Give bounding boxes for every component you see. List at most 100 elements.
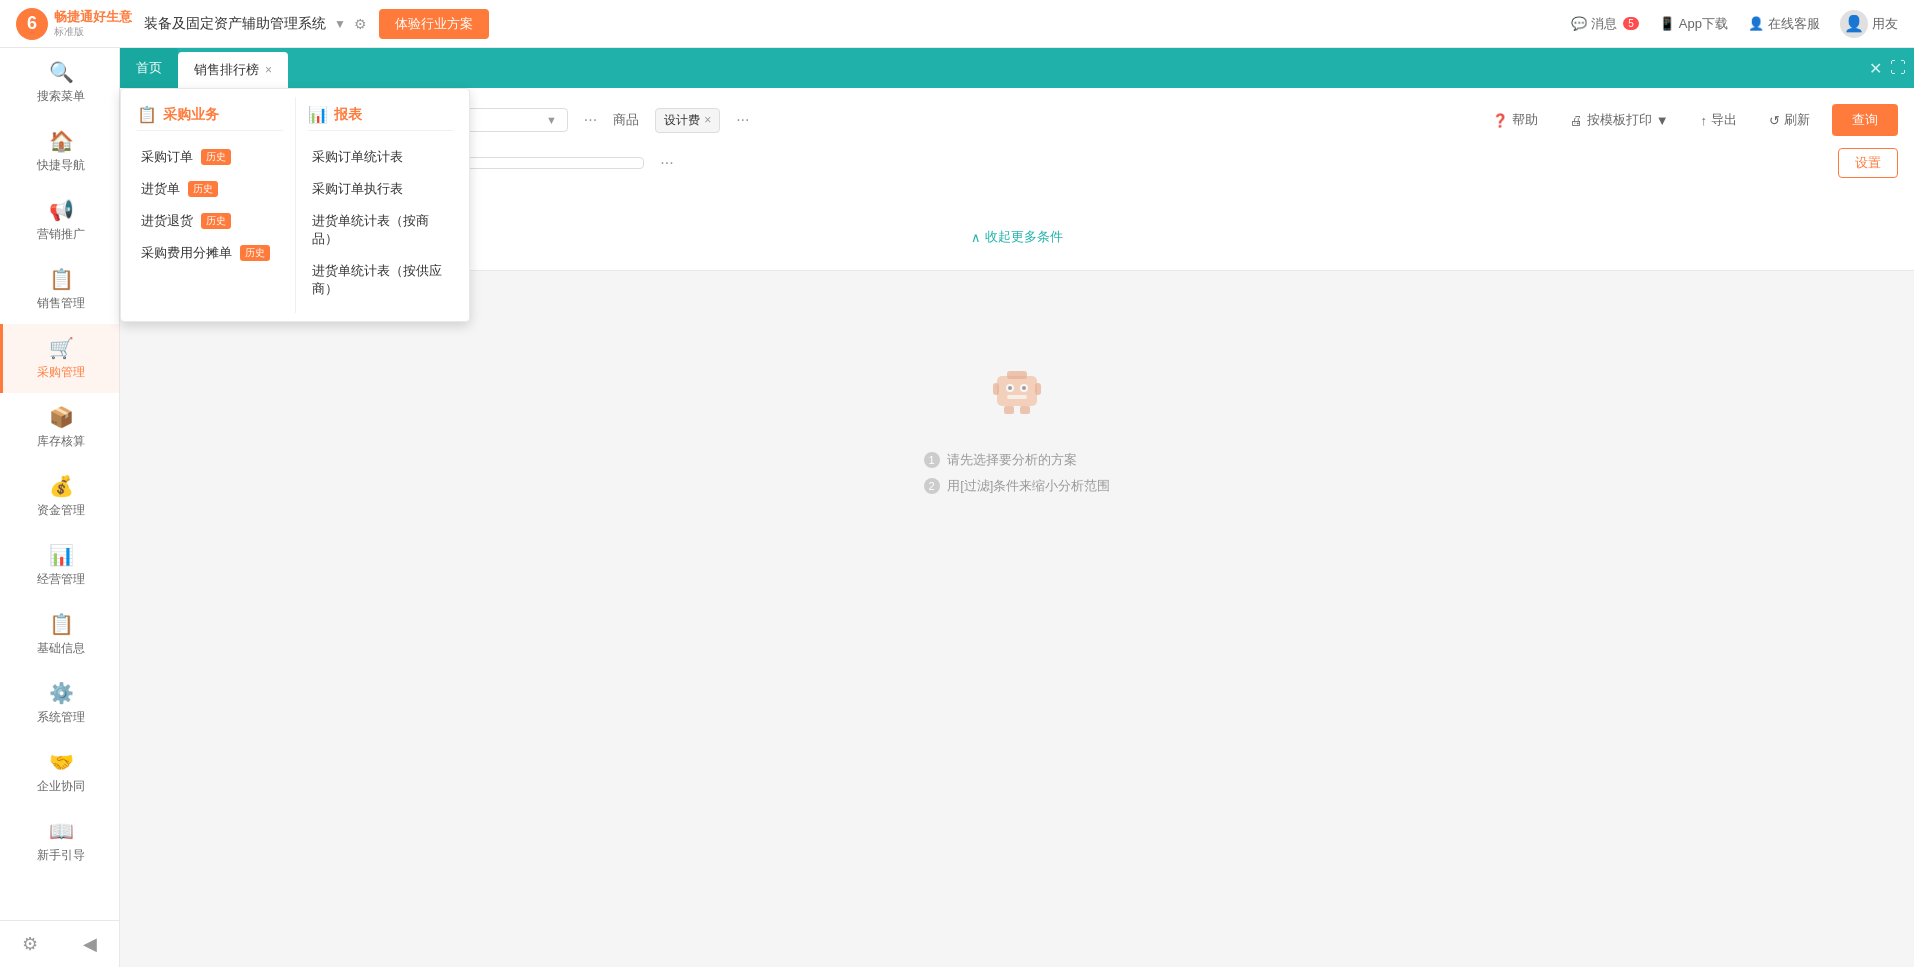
sidebar-bottom: ⚙ ◀ [0,920,119,967]
sidebar-label-quick-nav: 快捷导航 [37,157,85,174]
user-item[interactable]: 👤 用友 [1840,10,1898,38]
doc-status-dots[interactable]: ··· [584,111,597,129]
purchase-dropdown-col: 📋 采购业务 采购订单 历史 进货单 历史 进货退货 历史 采购费用分摊单 历史 [129,97,291,313]
app-download-item[interactable]: 📱 App下载 [1659,15,1728,33]
logo-text: 畅捷通好生意 标准版 [54,9,132,39]
sidebar-item-finance[interactable]: 💰 资金管理 [0,462,119,531]
sidebar-label-basic-info: 基础信息 [37,640,85,657]
guide-icon: 📖 [49,819,74,843]
sidebar-label-operation: 经营管理 [37,571,85,588]
purchase-expense-history-badge: 历史 [240,245,270,261]
sidebar-item-sales[interactable]: 📋 销售管理 [0,255,119,324]
sidebar-label-inventory: 库存核算 [37,433,85,450]
stock-return-item[interactable]: 进货退货 历史 [137,205,283,237]
tab-home[interactable]: 首页 [120,48,178,88]
system-title-area: 装备及固定资产辅助管理系统 ▼ ⚙ [144,15,367,33]
sidebar-item-basic-info[interactable]: 📋 基础信息 [0,600,119,669]
report-col-icon: 📊 [308,105,328,124]
tab-bar: 首页 销售排行榜 × ✕ ⛶ [120,48,1914,88]
sidebar-collapse-icon[interactable]: ◀ [83,933,97,955]
goods-dots[interactable]: ··· [736,111,749,129]
online-service-item[interactable]: 👤 在线客服 [1748,15,1820,33]
sidebar-item-purchase[interactable]: 🛒 采购管理 [0,324,119,393]
doc-status-arrow: ▼ [546,114,557,126]
set-btn-wrapper: 设置 [1838,148,1898,178]
search-icon: 🔍 [49,60,74,84]
system-title-arrow[interactable]: ▼ [334,17,346,31]
purchase-col-icon: 📋 [137,105,157,124]
goods-tag: 设计费 × [655,108,720,133]
set-btn[interactable]: 设置 [1838,148,1898,178]
message-badge: 5 [1623,17,1639,30]
sidebar-settings-icon[interactable]: ⚙ [22,933,38,955]
operation-icon: 📊 [49,543,74,567]
toolbar-right: ❓ 帮助 🖨 按模板打印 ▼ ↑ 导出 ↺ [1482,104,1898,136]
help-btn[interactable]: ❓ 帮助 [1482,106,1548,134]
print-arrow: ▼ [1656,113,1669,128]
stock-in-item[interactable]: 进货单 历史 [137,173,283,205]
industry-btn[interactable]: 体验行业方案 [379,9,489,39]
sidebar-label-search: 搜索菜单 [37,88,85,105]
message-item[interactable]: 💬 消息 5 [1571,15,1639,33]
svg-rect-9 [1004,406,1014,414]
sidebar-label-purchase: 采购管理 [37,364,85,381]
dropdown-divider [295,97,296,313]
svg-rect-1 [1007,371,1027,379]
goods-tag-remove[interactable]: × [704,113,711,127]
tab-close-icon[interactable]: × [265,63,272,77]
sidebar-item-quick-nav[interactable]: 🏠 快捷导航 [0,117,119,186]
basic-info-icon: 📋 [49,612,74,636]
sidebar-item-guide[interactable]: 📖 新手引导 [0,807,119,876]
sales-icon: 📋 [49,267,74,291]
purchase-expense-item[interactable]: 采购费用分摊单 历史 [137,237,283,269]
svg-rect-7 [993,383,999,395]
marketing-icon: 📢 [49,198,74,222]
report-dropdown-col: 📊 报表 采购订单统计表 采购订单执行表 进货单统计表（按商品） 进货单统计表（… [300,97,462,313]
export-btn[interactable]: ↑ 导出 [1691,106,1748,134]
sidebar-label-guide: 新手引导 [37,847,85,864]
topbar-right: 💬 消息 5 📱 App下载 👤 在线客服 👤 用友 [1571,10,1898,38]
settings-icon[interactable]: ⚙ [354,16,367,32]
sidebar-item-search[interactable]: 🔍 搜索菜单 [0,48,119,117]
sidebar-label-finance: 资金管理 [37,502,85,519]
print-icon: 🖨 [1570,113,1583,128]
sidebar-item-cooperation[interactable]: 🤝 企业协同 [0,738,119,807]
cooperation-icon: 🤝 [49,750,74,774]
purchase-order-item[interactable]: 采购订单 历史 [137,141,283,173]
svg-point-4 [1008,386,1012,390]
empty-tips: 1 请先选择要分析的方案 2 用[过滤]条件来缩小分析范围 [924,447,1111,499]
dropdown-menu: 📋 采购业务 采购订单 历史 进货单 历史 进货退货 历史 采购费用分摊单 历史… [120,88,470,322]
stock-in-stat-goods-item[interactable]: 进货单统计表（按商品） [308,205,454,255]
logo-icon: 6 [16,8,48,40]
svg-rect-10 [1020,406,1030,414]
app-icon: 📱 [1659,16,1675,31]
sidebar-item-system[interactable]: ⚙️ 系统管理 [0,669,119,738]
tab-maximize-icon[interactable]: ⛶ [1890,59,1906,77]
purchase-icon: 🛒 [49,336,74,360]
sidebar-item-operation[interactable]: 📊 经营管理 [0,531,119,600]
salesperson-input[interactable] [464,157,644,169]
sidebar-item-inventory[interactable]: 📦 库存核算 [0,393,119,462]
svg-rect-0 [997,376,1037,406]
salesperson-dots[interactable]: ··· [660,154,673,172]
print-btn[interactable]: 🖨 按模板打印 ▼ [1560,106,1679,134]
tab-right-icons: ✕ ⛶ [1869,59,1914,78]
logo-area: 6 畅捷通好生意 标准版 [16,8,136,40]
refresh-btn[interactable]: ↺ 刷新 [1759,106,1820,134]
sidebar-item-marketing[interactable]: 📢 营销推广 [0,186,119,255]
sidebar-label-system: 系统管理 [37,709,85,726]
purchase-order-exec-item[interactable]: 采购订单执行表 [308,173,454,205]
svg-rect-8 [1035,383,1041,395]
purchase-order-stat-item[interactable]: 采购订单统计表 [308,141,454,173]
home-icon: 🏠 [49,129,74,153]
tab-sales-ranking[interactable]: 销售排行榜 × [178,52,288,88]
svg-rect-6 [1007,395,1027,399]
sidebar-label-sales: 销售管理 [37,295,85,312]
topbar: 6 畅捷通好生意 标准版 装备及固定资产辅助管理系统 ▼ ⚙ 体验行业方案 💬 … [0,0,1914,48]
stock-in-stat-supplier-item[interactable]: 进货单统计表（按供应商） [308,255,454,305]
query-btn[interactable]: 查询 [1832,104,1898,136]
sidebar-label-cooperation: 企业协同 [37,778,85,795]
tab-close-all-icon[interactable]: ✕ [1869,59,1882,78]
export-icon: ↑ [1701,113,1708,128]
purchase-col-title: 📋 采购业务 [137,105,283,131]
